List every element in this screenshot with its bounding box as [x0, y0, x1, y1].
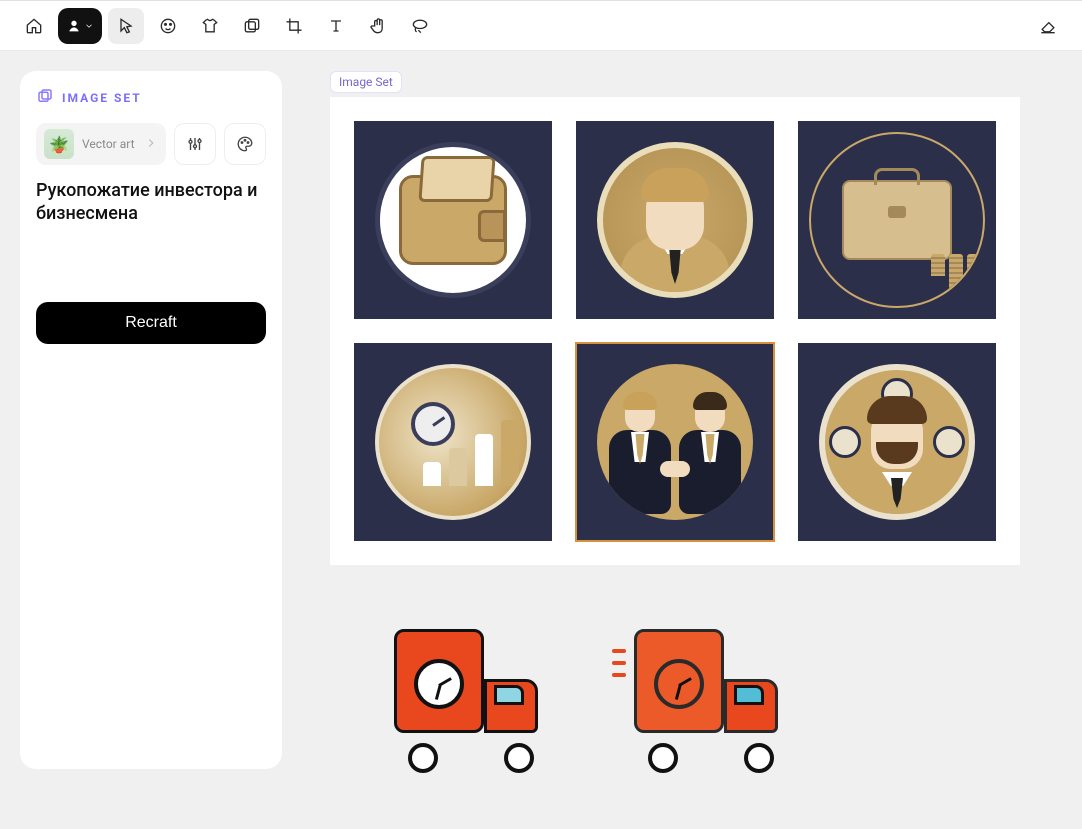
tile-team[interactable]	[798, 343, 996, 541]
top-toolbar	[0, 0, 1082, 51]
canvas[interactable]: Image Set	[330, 71, 1062, 769]
crop-tool-icon[interactable]	[276, 8, 312, 44]
settings-button[interactable]	[174, 123, 216, 165]
generate-tool[interactable]	[58, 8, 102, 44]
lasso-tool-icon[interactable]	[402, 8, 438, 44]
hand-tool-icon[interactable]	[360, 8, 396, 44]
panel-badge: IMAGE SET	[62, 91, 142, 105]
truck-image-2[interactable]	[630, 629, 790, 769]
style-row: 🪴 Vector art	[36, 123, 266, 165]
style-label: Vector art	[82, 137, 136, 151]
truck-image-1[interactable]	[390, 629, 550, 769]
image-set-tool-icon[interactable]	[234, 8, 270, 44]
chevron-right-icon	[144, 135, 158, 154]
style-thumb-icon: 🪴	[44, 129, 74, 159]
tile-briefcase[interactable]	[798, 121, 996, 319]
tile-handshake[interactable]	[576, 343, 774, 541]
style-selector[interactable]: 🪴 Vector art	[36, 123, 166, 165]
image-set-grid[interactable]	[330, 97, 1020, 565]
panel-header: IMAGE SET	[36, 87, 266, 109]
tile-wallet[interactable]	[354, 121, 552, 319]
tile-businessman[interactable]	[576, 121, 774, 319]
eraser-tool-icon[interactable]	[1030, 8, 1066, 44]
truck-images	[390, 629, 1062, 769]
image-set-icon	[36, 87, 54, 109]
image-set-label: Image Set	[330, 71, 402, 93]
main-area: IMAGE SET 🪴 Vector art Рукопожатие инвес…	[0, 51, 1082, 789]
prompt-text[interactable]: Рукопожатие инвестора и бизнесмена	[36, 179, 266, 226]
text-tool-icon[interactable]	[318, 8, 354, 44]
palette-button[interactable]	[224, 123, 266, 165]
home-icon[interactable]	[16, 8, 52, 44]
tile-chart[interactable]	[354, 343, 552, 541]
image-set-panel: IMAGE SET 🪴 Vector art Рукопожатие инвес…	[20, 71, 282, 769]
face-tool-icon[interactable]	[150, 8, 186, 44]
select-tool-icon[interactable]	[108, 8, 144, 44]
recraft-button[interactable]: Recraft	[36, 302, 266, 344]
tshirt-tool-icon[interactable]	[192, 8, 228, 44]
